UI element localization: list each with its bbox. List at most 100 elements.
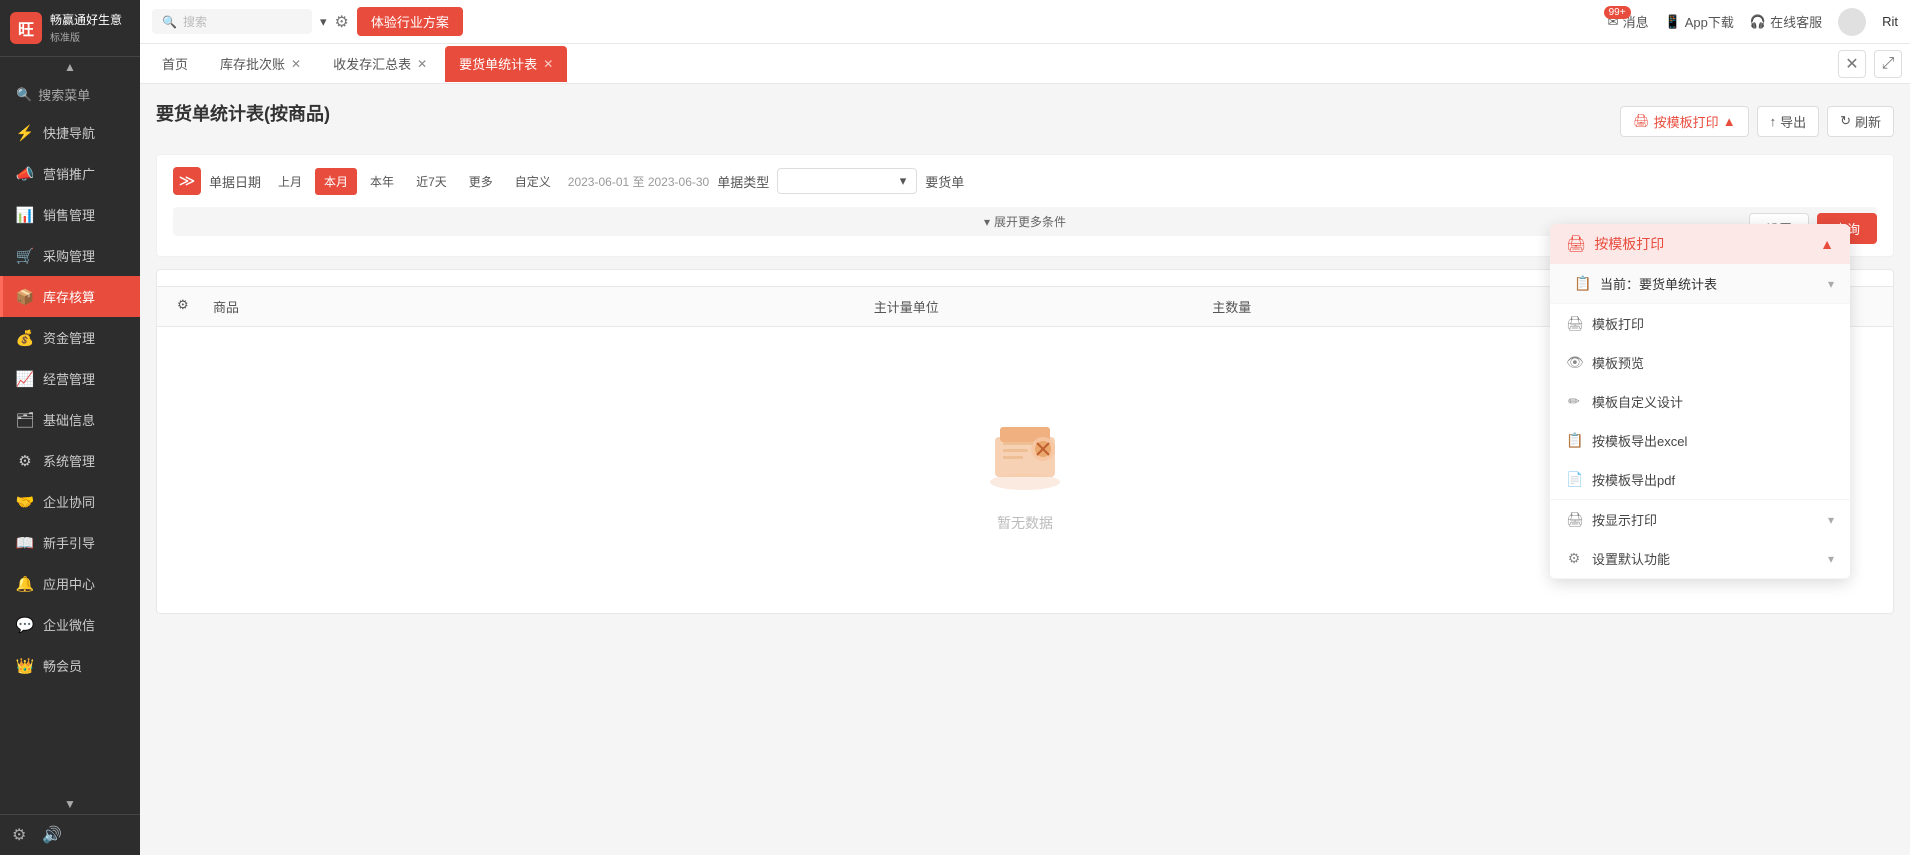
sidebar-item-membership[interactable]: 👑 畅会员: [0, 645, 140, 686]
dropdown-display-print[interactable]: 🖨 按显示打印 ▾: [1550, 500, 1850, 539]
print-button[interactable]: 🖨 按模板打印 ▲: [1620, 106, 1748, 137]
refresh-button[interactable]: ↻ 刷新: [1827, 106, 1894, 137]
tab-home[interactable]: 首页: [148, 46, 202, 82]
col-settings[interactable]: ⚙: [169, 287, 205, 326]
main-area: 🔍 搜索 ▾ ⚙ 体验行业方案 ✉ 99+ 消息 📱 App下载 🎧 在线客服: [140, 0, 1910, 855]
filter-date-7days[interactable]: 近7天: [407, 168, 456, 195]
sidebar-item-finance[interactable]: 💰 资金管理: [0, 317, 140, 358]
filter-date-group: 上月 本月 本年 近7天 更多 自定义 2023-06-01 至 2023-06…: [269, 168, 709, 195]
system-icon: ⚙: [15, 452, 35, 470]
content-area: 要货单统计表(按商品) 🖨 按模板打印 ▲ ↑ 导出 ↻ 刷新 ≫: [140, 84, 1910, 855]
dropdown-item-template-design[interactable]: ✏ 模板自定义设计: [1550, 382, 1850, 421]
topbar-online-service[interactable]: 🎧 在线客服: [1750, 12, 1822, 31]
display-print-icon: 🖨: [1566, 511, 1582, 528]
dropdown-menu: 🖨 按模板打印 ▲ 📋 当前：要货单统计表 ▾ 🖨 模板打印 👁: [1550, 224, 1850, 579]
sidebar-search-label: 搜索菜单: [38, 85, 90, 104]
filter-type-select[interactable]: ▾: [777, 168, 917, 194]
dropdown-item-template-excel[interactable]: 📋 按模板导出excel: [1550, 421, 1850, 460]
message-count: 99+: [1604, 6, 1631, 19]
guide-icon: 📖: [15, 534, 35, 552]
inventory-icon: 📦: [15, 288, 35, 306]
set-default-label-group: ⚙ 设置默认功能: [1566, 549, 1670, 568]
sidebar-item-collaboration[interactable]: 🤝 企业协同: [0, 481, 140, 522]
finance-label: 资金管理: [43, 328, 95, 347]
filter-date-last-month[interactable]: 上月: [269, 168, 311, 195]
sound-icon[interactable]: 🔊: [42, 825, 62, 845]
marketing-icon: 📣: [15, 165, 35, 183]
tab-receipt-summary[interactable]: 收发存汇总表 ✕: [319, 46, 441, 82]
topbar-dropdown-chevron: ▾: [320, 14, 327, 30]
dropdown-item-template-print[interactable]: 🖨 模板打印: [1550, 304, 1850, 343]
template-pdf-label: 按模板导出pdf: [1592, 470, 1834, 489]
dropdown-current-template[interactable]: 📋 当前：要货单统计表 ▾: [1550, 264, 1850, 303]
sidebar-item-appstore[interactable]: 🔔 应用中心: [0, 563, 140, 604]
quick-nav-icon: ⚡: [15, 124, 35, 142]
col-quantity: 主数量: [1204, 287, 1542, 326]
export-button[interactable]: ↑ 导出: [1757, 106, 1820, 137]
sidebar-item-marketing[interactable]: 📣 营销推广: [0, 153, 140, 194]
sales-icon: 📊: [15, 206, 35, 224]
tab-close-window[interactable]: ✕: [1838, 50, 1866, 78]
dropdown-set-default[interactable]: ⚙ 设置默认功能 ▾: [1550, 539, 1850, 578]
sidebar-item-quick-nav[interactable]: ⚡ 快捷导航: [0, 112, 140, 153]
sidebar-scroll-up[interactable]: ▲: [0, 57, 140, 77]
page-title: 要货单统计表(按商品): [156, 100, 330, 126]
finance-icon: 💰: [15, 329, 35, 347]
dropdown-title: 按模板打印: [1594, 234, 1664, 254]
inventory-label: 库存核算: [43, 287, 95, 306]
empty-icon: [975, 407, 1075, 497]
template-design-label: 模板自定义设计: [1592, 392, 1834, 411]
logo-icon: 旺: [10, 12, 42, 44]
dropdown-close-chevron[interactable]: ▲: [1820, 236, 1834, 252]
filter-date-custom[interactable]: 自定义: [506, 168, 560, 195]
refresh-label: 刷新: [1855, 112, 1881, 131]
sidebar-item-inventory[interactable]: 📦 库存核算: [0, 276, 140, 317]
topbar-messages[interactable]: ✉ 99+ 消息: [1608, 12, 1649, 31]
topbar-avatar[interactable]: [1838, 8, 1866, 36]
operations-label: 经营管理: [43, 369, 95, 388]
sidebar-item-basic[interactable]: 🗂 基础信息: [0, 399, 140, 440]
membership-icon: 👑: [15, 657, 35, 675]
display-print-arrow: ▾: [1828, 513, 1834, 527]
topbar-username: Rit: [1882, 14, 1898, 29]
tab-maximize[interactable]: ⤢: [1874, 50, 1902, 78]
dropdown-item-template-pdf[interactable]: 📄 按模板导出pdf: [1550, 460, 1850, 499]
col-unit: 主计量单位: [866, 287, 1204, 326]
topbar-gear-icon[interactable]: ⚙: [335, 12, 349, 32]
refresh-icon: ↻: [1840, 113, 1851, 129]
dropdown-header-left: 🖨 按模板打印: [1566, 234, 1664, 254]
sidebar-item-guide[interactable]: 📖 新手引导: [0, 522, 140, 563]
content-header: 要货单统计表(按商品) 🖨 按模板打印 ▲ ↑ 导出 ↻ 刷新: [156, 100, 1894, 142]
settings-icon[interactable]: ⚙: [12, 825, 26, 845]
sidebar-item-operations[interactable]: 📈 经营管理: [0, 358, 140, 399]
topbar-dropdown[interactable]: ▾: [320, 14, 327, 30]
filter-date-this-year[interactable]: 本年: [361, 168, 403, 195]
sidebar-item-wechat[interactable]: 💬 企业微信: [0, 604, 140, 645]
sidebar-item-purchase[interactable]: 🛒 采购管理: [0, 235, 140, 276]
basic-label: 基础信息: [43, 410, 95, 429]
filter-date-more[interactable]: 更多: [460, 168, 502, 195]
tab-requisition-stats[interactable]: 要货单统计表 ✕: [445, 46, 567, 82]
industry-btn[interactable]: 体验行业方案: [357, 7, 463, 36]
sidebar-item-system[interactable]: ⚙ 系统管理: [0, 440, 140, 481]
service-icon: 🎧: [1750, 14, 1766, 30]
collaboration-icon: 🤝: [15, 493, 35, 511]
filter-expand-btn[interactable]: ≫: [173, 167, 201, 195]
tab-receipt-summary-close[interactable]: ✕: [417, 57, 427, 71]
purchase-icon: 🛒: [15, 247, 35, 265]
topbar-app-download[interactable]: 📱 App下载: [1665, 12, 1734, 31]
tab-inventory-batch-close[interactable]: ✕: [291, 57, 301, 71]
sidebar-search[interactable]: 🔍 搜索菜单: [0, 77, 140, 112]
filter-type-chevron: ▾: [900, 173, 907, 189]
topbar-search[interactable]: 🔍 搜索: [152, 9, 312, 34]
export-icon: ↑: [1770, 114, 1777, 129]
dropdown-item-template-preview[interactable]: 👁 模板预览: [1550, 343, 1850, 382]
tab-inventory-batch[interactable]: 库存批次账 ✕: [206, 46, 315, 82]
sidebar-item-sales[interactable]: 📊 销售管理: [0, 194, 140, 235]
template-design-icon: ✏: [1566, 393, 1582, 410]
content-header-actions: 🖨 按模板打印 ▲ ↑ 导出 ↻ 刷新: [1620, 106, 1894, 137]
app-label: App下载: [1685, 12, 1734, 31]
filter-date-this-month[interactable]: 本月: [315, 168, 357, 195]
tab-requisition-stats-close[interactable]: ✕: [543, 57, 553, 71]
sidebar-scroll-down[interactable]: ▼: [0, 794, 140, 814]
